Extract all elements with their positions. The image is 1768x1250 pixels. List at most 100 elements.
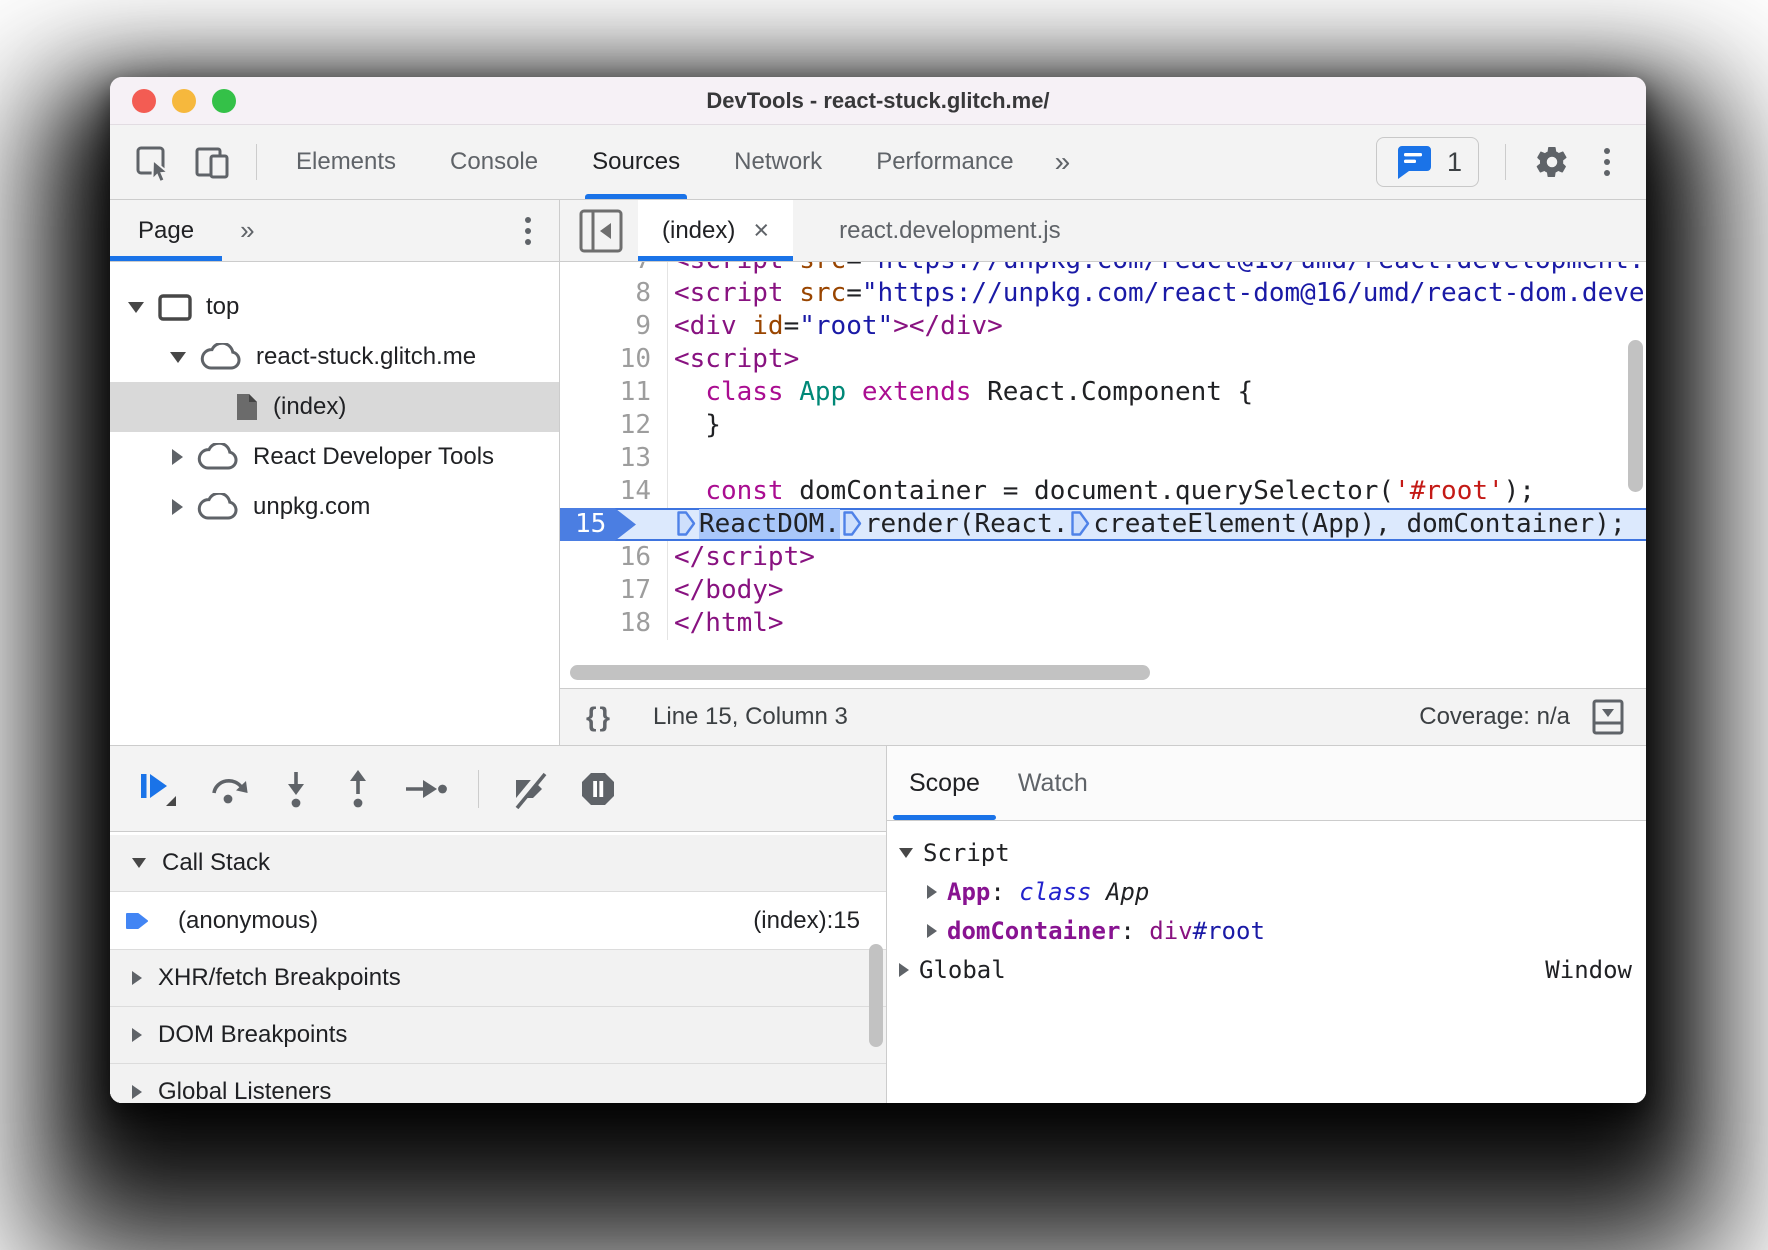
tab-console[interactable]: Console xyxy=(423,125,565,199)
tree-item-unpkg-com[interactable]: unpkg.com xyxy=(110,482,559,532)
variable-name: domContainer xyxy=(947,917,1120,945)
vertical-scrollbar[interactable] xyxy=(1628,340,1643,492)
code-text: const domContainer = document.querySelec… xyxy=(668,475,1646,508)
execution-arrow-icon xyxy=(124,910,150,932)
code-token: <script> xyxy=(674,344,799,374)
line-number[interactable]: 17 xyxy=(560,574,668,607)
code-editor[interactable]: 7<script src="https://unpkg.com/react@16… xyxy=(560,262,1646,688)
section-dom-breakpoints[interactable]: DOM Breakpoints xyxy=(110,1007,886,1064)
step-out-button[interactable] xyxy=(342,770,374,808)
code-line: 11 class App extends React.Component { xyxy=(560,376,1646,409)
step-over-button[interactable] xyxy=(208,772,250,806)
tab-elements[interactable]: Elements xyxy=(269,125,423,199)
line-number[interactable]: 18 xyxy=(560,607,668,640)
editor-tab-react-development-js[interactable]: react.development.js xyxy=(815,200,1084,261)
deactivate-breakpoints-button[interactable] xyxy=(509,769,549,809)
line-number[interactable]: 12 xyxy=(560,409,668,442)
debugger-toolbar-divider xyxy=(478,770,479,808)
tab-performance[interactable]: Performance xyxy=(849,125,1040,199)
code-token: render(React. xyxy=(865,509,1069,539)
tab-scope[interactable]: Scope xyxy=(893,746,996,820)
tree-item-react-developer-tools[interactable]: React Developer Tools xyxy=(110,432,559,482)
toggle-drawer-icon[interactable] xyxy=(1592,699,1624,735)
scope-variable-domcontainer[interactable]: domContainer: div#root xyxy=(887,911,1646,950)
pretty-print-icon[interactable]: {} xyxy=(586,702,613,733)
scope-pane: ScopeWatch ScriptApp: class AppdomContai… xyxy=(887,746,1646,1103)
step-into-button[interactable] xyxy=(280,770,312,808)
scope-tree: ScriptApp: class AppdomContainer: div#ro… xyxy=(887,821,1646,989)
tab-watch[interactable]: Watch xyxy=(1002,746,1104,820)
editor-tabs: (index)× react.development.js xyxy=(638,200,1085,261)
code-line: 9<div id="root"></div> xyxy=(560,310,1646,343)
step-button[interactable] xyxy=(404,774,448,804)
editor-tabbar: (index)× react.development.js xyxy=(560,200,1646,262)
toolbar-divider xyxy=(256,144,257,180)
line-number[interactable]: 9 xyxy=(560,310,668,343)
line-number[interactable]: 11 xyxy=(560,376,668,409)
code-token: <script xyxy=(674,262,784,275)
scope-section-value: Window xyxy=(1545,956,1632,984)
tree-item-label: top xyxy=(206,293,239,321)
section-global-listeners[interactable]: Global Listeners xyxy=(110,1064,886,1103)
horizontal-scrollbar[interactable] xyxy=(570,665,1150,680)
call-stack-header[interactable]: Call Stack xyxy=(110,835,886,892)
code-token: "https://unpkg.com/react-dom@16/umd/reac… xyxy=(862,278,1646,308)
inline-breakpoint-marker[interactable] xyxy=(1070,510,1090,537)
section-xhr-fetch-breakpoints[interactable]: XHR/fetch Breakpoints xyxy=(110,950,886,1007)
line-number[interactable]: 8 xyxy=(560,277,668,310)
resume-button[interactable] xyxy=(136,770,178,808)
tree-item-top[interactable]: top xyxy=(110,282,559,332)
line-number[interactable]: 16 xyxy=(560,541,668,574)
tree-item-react-stuck-glitch-me[interactable]: react-stuck.glitch.me xyxy=(110,332,559,382)
tree-item-index[interactable]: (index) xyxy=(110,382,559,432)
triangle-collapsed-icon xyxy=(172,499,183,515)
close-tab-icon[interactable]: × xyxy=(753,215,769,246)
close-window-button[interactable] xyxy=(132,89,156,113)
navigator-kebab-menu-icon[interactable] xyxy=(521,213,535,249)
panel-tabs: ElementsConsoleSourcesNetworkPerformance xyxy=(269,125,1041,199)
code-line: 10<script> xyxy=(560,343,1646,376)
code-text: <script> xyxy=(668,343,1646,376)
code-token: <div xyxy=(674,311,737,341)
cloud-icon xyxy=(197,443,239,471)
debugger-toolbar xyxy=(110,746,886,832)
device-toolbar-icon[interactable] xyxy=(194,143,232,181)
inspect-element-icon[interactable] xyxy=(134,143,172,181)
debugger-sections-scrollbar[interactable] xyxy=(869,944,883,1047)
debugger-drawer: Call Stack(anonymous)(index):15XHR/fetch… xyxy=(110,745,1646,1103)
call-stack-frame[interactable]: (anonymous)(index):15 xyxy=(110,892,886,950)
code-token: "root" xyxy=(799,311,893,341)
code-line: 16</script> xyxy=(560,541,1646,574)
navigator-more-tabs-icon[interactable]: » xyxy=(240,215,254,246)
tab-sources[interactable]: Sources xyxy=(565,125,707,199)
pause-on-exceptions-button[interactable] xyxy=(579,770,617,808)
code-token xyxy=(674,377,705,407)
messages-icon xyxy=(1393,144,1433,180)
code-token: <script xyxy=(674,278,784,308)
code-text: ReactDOM.render(React.createElement(App)… xyxy=(668,508,1646,541)
code-token: const xyxy=(705,476,783,506)
line-number[interactable]: 13 xyxy=(560,442,668,475)
line-number[interactable]: 14 xyxy=(560,475,668,508)
kebab-menu-icon[interactable] xyxy=(1600,144,1614,180)
code-text: </script> xyxy=(668,541,1646,574)
inline-breakpoint-marker[interactable] xyxy=(676,510,696,537)
scope-variable-app[interactable]: App: class App xyxy=(887,872,1646,911)
code-token: ></div> xyxy=(893,311,1003,341)
scope-section-script[interactable]: Script xyxy=(887,833,1646,872)
line-number[interactable]: 10 xyxy=(560,343,668,376)
line-number[interactable]: 15 xyxy=(560,508,668,541)
issues-badge[interactable]: 1 xyxy=(1376,137,1479,187)
frame-name: (anonymous) xyxy=(178,907,318,935)
settings-gear-icon[interactable] xyxy=(1534,144,1570,180)
minimize-window-button[interactable] xyxy=(172,89,196,113)
zoom-window-button[interactable] xyxy=(212,89,236,113)
more-panels-icon[interactable]: » xyxy=(1055,146,1071,178)
inline-breakpoint-marker[interactable] xyxy=(842,510,862,537)
line-number[interactable]: 7 xyxy=(560,262,668,277)
scope-section-global[interactable]: GlobalWindow xyxy=(887,950,1646,989)
collapse-navigator-icon[interactable] xyxy=(578,208,624,254)
tab-network[interactable]: Network xyxy=(707,125,849,199)
tab-page[interactable]: Page xyxy=(110,200,222,261)
editor-tab-index[interactable]: (index)× xyxy=(638,200,793,261)
